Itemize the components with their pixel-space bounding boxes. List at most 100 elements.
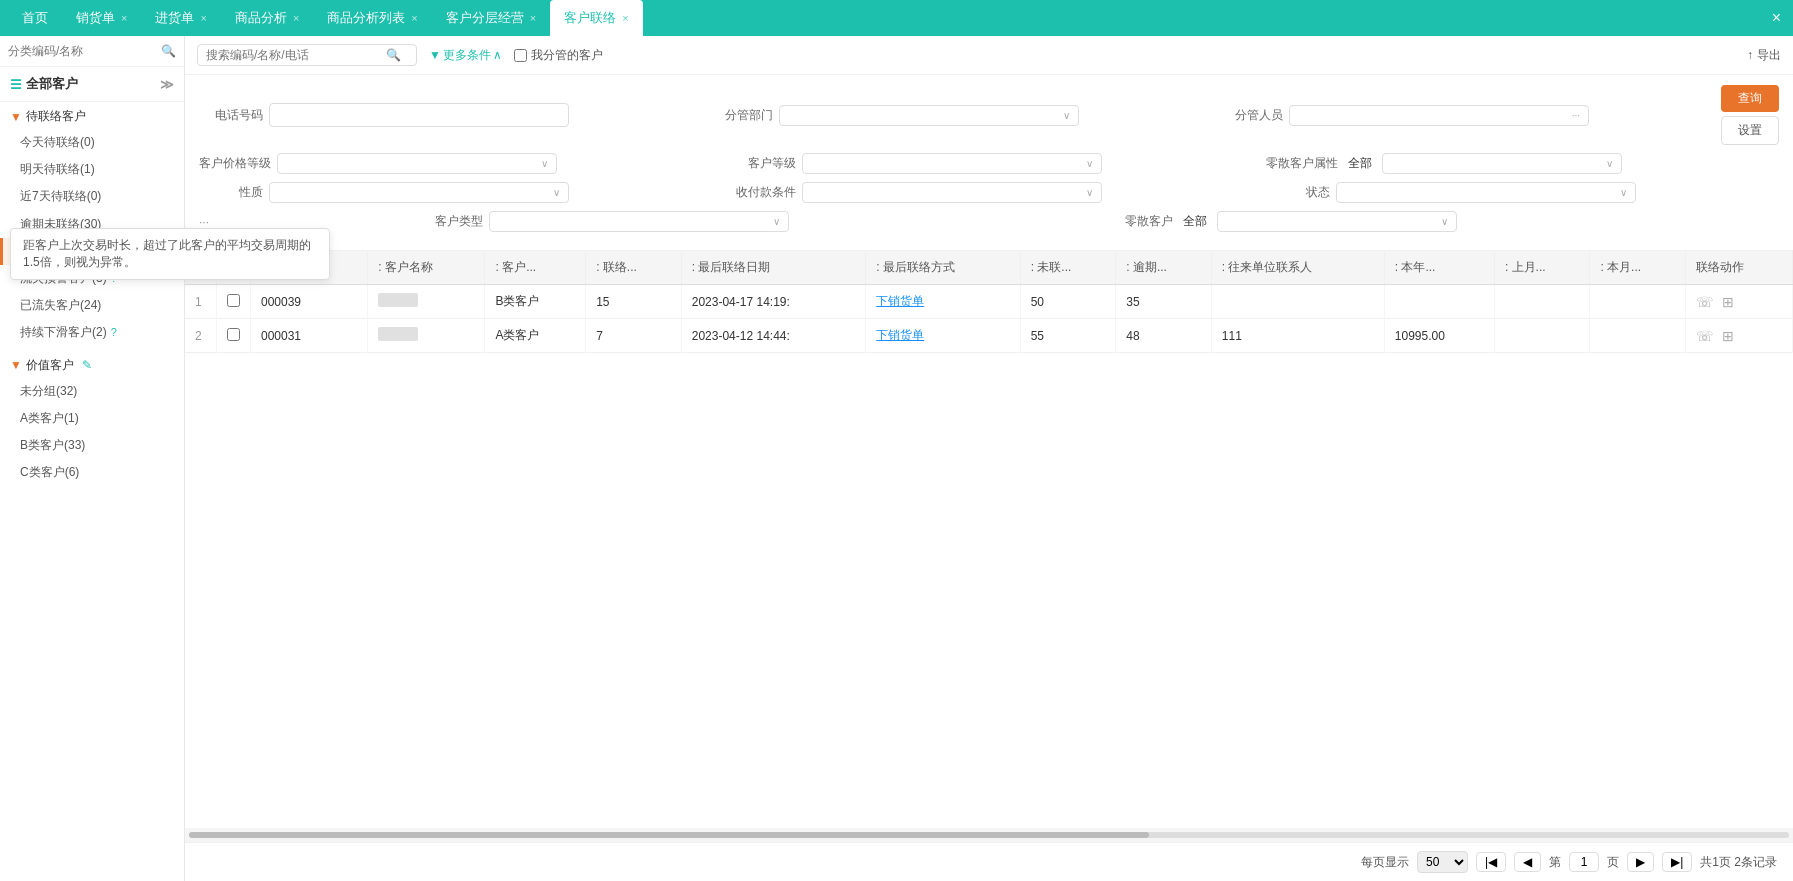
phone-label: 电话号码 bbox=[199, 107, 263, 124]
more-conditions-btn[interactable]: ▼ 更多条件 ∧ bbox=[429, 47, 502, 64]
row-1-last-month bbox=[1494, 285, 1590, 319]
row-2-grid-icon[interactable]: ⊞ bbox=[1722, 328, 1734, 344]
nature-select[interactable]: ∨ bbox=[269, 182, 569, 203]
value-customers-group[interactable]: ▼ 价值客户 ✎ bbox=[0, 351, 184, 378]
retail-attr-select[interactable]: ∨ bbox=[1382, 153, 1622, 174]
col-this-month: : 本月... bbox=[1590, 251, 1686, 285]
close-product-analysis-list-icon[interactable]: × bbox=[411, 12, 417, 24]
price-level-select[interactable]: ∨ bbox=[277, 153, 557, 174]
prev-page-btn[interactable]: ◀ bbox=[1514, 852, 1541, 872]
dept-select[interactable]: ∨ bbox=[779, 105, 1079, 126]
table-row: 2 000031 A类客户 7 2023-04-12 14:44: 下销货单 5… bbox=[185, 319, 1793, 353]
page-number-input[interactable] bbox=[1569, 852, 1599, 872]
sidebar-item-ungroup[interactable]: 未分组(32) bbox=[0, 378, 184, 405]
payment-select[interactable]: ∨ bbox=[802, 182, 1102, 203]
row-2-contact-person: 111 bbox=[1211, 319, 1384, 353]
value-customers-edit-icon[interactable]: ✎ bbox=[82, 358, 92, 372]
pending-contact-group[interactable]: ▼ 待联络客户 bbox=[0, 102, 184, 129]
sidebar-item-keep-down[interactable]: 持续下滑客户(2) ? bbox=[0, 319, 184, 346]
manager-label: 分管人员 bbox=[1219, 107, 1283, 124]
my-customers-checkbox[interactable] bbox=[514, 49, 527, 62]
first-page-btn[interactable]: |◀ bbox=[1476, 852, 1506, 872]
page-label: 第 bbox=[1549, 854, 1561, 871]
table-row: 1 000039 B类客户 15 2023-04-17 14:19: 下销货单 … bbox=[185, 285, 1793, 319]
phone-input[interactable] bbox=[269, 103, 569, 127]
value-group-arrow-icon: ▼ bbox=[10, 358, 22, 372]
sidebar-item-a-class[interactable]: A类客户(1) bbox=[0, 405, 184, 432]
row-2-method-link[interactable]: 下销货单 bbox=[876, 328, 924, 342]
row-1-grid-icon[interactable]: ⊞ bbox=[1722, 294, 1734, 310]
customer-level-select[interactable]: ∨ bbox=[802, 153, 1102, 174]
nav-sales-order[interactable]: 销货单 × bbox=[62, 0, 141, 36]
close-sales-order-icon[interactable]: × bbox=[121, 12, 127, 24]
query-button[interactable]: 查询 bbox=[1721, 85, 1779, 112]
close-all-tabs-icon[interactable]: × bbox=[1772, 9, 1781, 27]
nav-product-analysis-list[interactable]: 商品分析列表 × bbox=[313, 0, 431, 36]
filter-cell-nature: 性质 ∨ bbox=[199, 182, 712, 203]
customer-level-chevron-icon: ∨ bbox=[1086, 158, 1093, 169]
sidebar-item-c-class[interactable]: C类客户(6) bbox=[0, 459, 184, 486]
filter-top-bar: 🔍 ▼ 更多条件 ∧ 我分管的客户 ↑ 导出 bbox=[185, 36, 1793, 75]
row-1-last-method[interactable]: 下销货单 bbox=[866, 285, 1020, 319]
col-customer-type: : 客户... bbox=[485, 251, 586, 285]
close-purchase-order-icon[interactable]: × bbox=[200, 12, 206, 24]
retail-customer-label: 零散客户 bbox=[1109, 213, 1173, 230]
horizontal-scrollbar[interactable] bbox=[185, 828, 1793, 842]
next-page-btn[interactable]: ▶ bbox=[1627, 852, 1654, 872]
col-unlinked: : 未联... bbox=[1020, 251, 1116, 285]
sidebar-fold-icon[interactable]: ≫ bbox=[160, 77, 174, 92]
sidebar-item-today-contact[interactable]: 今天待联络(0) bbox=[0, 129, 184, 156]
close-product-analysis-icon[interactable]: × bbox=[293, 12, 299, 24]
row-1-name-placeholder bbox=[378, 293, 418, 307]
sidebar-item-tomorrow-contact[interactable]: 明天待联络(1) bbox=[0, 156, 184, 183]
filter-search-input[interactable] bbox=[206, 48, 386, 62]
row-2-phone-icon[interactable]: ☏ bbox=[1696, 328, 1714, 344]
row-2-last-method[interactable]: 下销货单 bbox=[866, 319, 1020, 353]
row-2-contact-count: 7 bbox=[586, 319, 682, 353]
row-1-overdue: 35 bbox=[1116, 285, 1212, 319]
nav-home[interactable]: 首页 bbox=[8, 0, 62, 36]
sidebar-item-7days-contact[interactable]: 近7天待联络(0) bbox=[0, 183, 184, 210]
row-1-name bbox=[368, 285, 485, 319]
nav-purchase-order[interactable]: 进货单 × bbox=[141, 0, 220, 36]
filter-search-icon[interactable]: 🔍 bbox=[386, 48, 401, 62]
row-1-this-month bbox=[1590, 285, 1686, 319]
row-2-checkbox[interactable] bbox=[227, 328, 240, 341]
my-customers-filter[interactable]: 我分管的客户 bbox=[514, 47, 603, 64]
col-last-month: : 上月... bbox=[1494, 251, 1590, 285]
customer-type-select[interactable]: ∨ bbox=[489, 211, 789, 232]
row-1-contact-person bbox=[1211, 285, 1384, 319]
last-page-btn[interactable]: ▶| bbox=[1662, 852, 1692, 872]
close-customer-tiered-icon[interactable]: × bbox=[530, 12, 536, 24]
sidebar-item-b-class[interactable]: B类客户(33) bbox=[0, 432, 184, 459]
row-checkbox-1[interactable] bbox=[217, 285, 251, 319]
col-last-contact-method: : 最后联络方式 bbox=[866, 251, 1020, 285]
pending-group-arrow-icon: ▼ bbox=[10, 110, 22, 124]
filter-cell-retail-attr: 零散客户属性 全部 ∨ bbox=[1266, 153, 1779, 174]
filter-row-1: 电话号码 分管部门 ∨ 分管人员 ··· bbox=[199, 85, 1779, 145]
dept-label: 分管部门 bbox=[709, 107, 773, 124]
status-select[interactable]: ∨ bbox=[1336, 182, 1636, 203]
export-icon: ↑ bbox=[1747, 48, 1753, 62]
nav-product-analysis[interactable]: 商品分析 × bbox=[221, 0, 313, 36]
close-customer-contact-icon[interactable]: × bbox=[622, 12, 628, 24]
retail-customer-select[interactable]: ∨ bbox=[1217, 211, 1457, 232]
settings-button[interactable]: 设置 bbox=[1721, 116, 1779, 145]
row-1-method-link[interactable]: 下销货单 bbox=[876, 294, 924, 308]
nav-customer-contact[interactable]: 客户联络 × bbox=[550, 0, 642, 36]
manager-select[interactable]: ··· bbox=[1289, 105, 1589, 126]
sidebar-search-input[interactable] bbox=[8, 44, 161, 58]
row-1-checkbox[interactable] bbox=[227, 294, 240, 307]
sidebar-search-icon[interactable]: 🔍 bbox=[161, 44, 176, 58]
pagination-bar: 每页显示 50 20 100 |◀ ◀ 第 页 ▶ ▶| 共1页 2条记录 bbox=[185, 842, 1793, 881]
row-1-phone-icon[interactable]: ☏ bbox=[1696, 294, 1714, 310]
sidebar-item-already-lost[interactable]: 已流失客户(24) bbox=[0, 292, 184, 319]
row-checkbox-2[interactable] bbox=[217, 319, 251, 353]
filter-cell-phone: 电话号码 bbox=[199, 103, 689, 127]
col-this-year: : 本年... bbox=[1384, 251, 1494, 285]
row-2-unlinked: 55 bbox=[1020, 319, 1116, 353]
export-btn[interactable]: ↑ 导出 bbox=[1747, 47, 1781, 64]
per-page-select[interactable]: 50 20 100 bbox=[1417, 851, 1468, 873]
nav-customer-tiered[interactable]: 客户分层经营 × bbox=[432, 0, 550, 36]
scroll-thumb[interactable] bbox=[189, 832, 1149, 838]
